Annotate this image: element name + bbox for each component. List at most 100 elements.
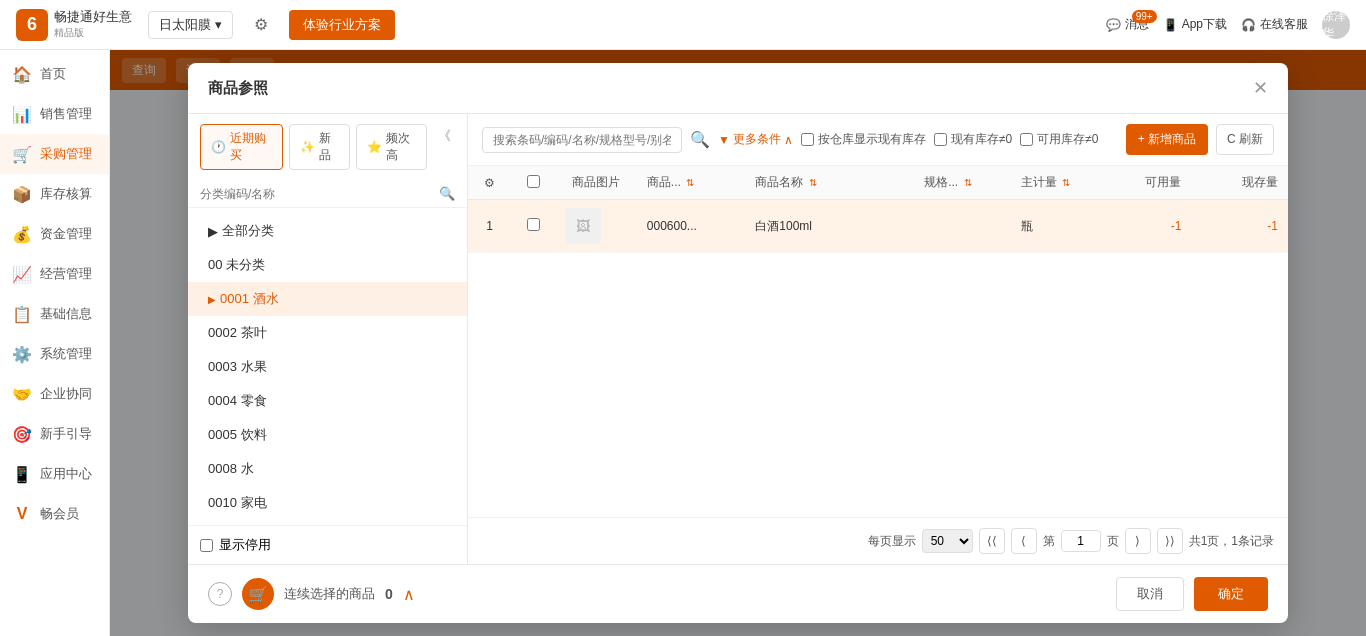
cancel-button[interactable]: 取消 [1116, 577, 1184, 611]
sidebar-item-guide[interactable]: 🎯 新手引导 [0, 414, 109, 454]
expand-icon: ▶ [208, 224, 218, 239]
help-button[interactable]: ? [208, 582, 232, 606]
sidebar-item-apps[interactable]: 📱 应用中心 [0, 454, 109, 494]
cat-item-5[interactable]: 0005 饮料 [188, 418, 467, 452]
show-disabled-checkbox[interactable] [200, 539, 213, 552]
sidebar-label-guide: 新手引导 [40, 425, 92, 443]
product-search-icon[interactable]: 🔍 [690, 130, 710, 149]
page-number-input[interactable] [1061, 530, 1101, 552]
cat-item-3[interactable]: 0003 水果 [188, 350, 467, 384]
product-name: 白酒100ml [755, 219, 812, 233]
sidebar-item-basic[interactable]: 📋 基础信息 [0, 294, 109, 334]
cb-avail[interactable] [1020, 133, 1033, 146]
cat-collapse-button[interactable]: 《 [433, 124, 455, 148]
action-buttons: + 新增商品 C 刷新 [1126, 124, 1274, 155]
sidebar-label-member: 畅会员 [40, 505, 79, 523]
home-icon: 🏠 [12, 64, 32, 84]
prev-page-button[interactable]: ⟨ [1011, 528, 1037, 554]
apps-icon: 📱 [12, 464, 32, 484]
cat-item-1[interactable]: ▶ 0001 酒水 [188, 282, 467, 316]
sidebar-item-collab[interactable]: 🤝 企业协同 [0, 374, 109, 414]
sales-icon: 📊 [12, 104, 32, 124]
collapse-button[interactable]: ∧ [403, 585, 415, 604]
trial-button[interactable]: 体验行业方案 [289, 10, 395, 40]
product-unit: 瓶 [1021, 219, 1033, 233]
first-page-button[interactable]: ⟨⟨ [979, 528, 1005, 554]
active-arrow-icon: ▶ [208, 294, 216, 305]
avatar[interactable]: 徐泽华 [1322, 11, 1350, 39]
sidebar-label-sales: 销售管理 [40, 105, 92, 123]
modal-close-button[interactable]: ✕ [1253, 77, 1268, 99]
cb-warehouse-label[interactable]: 按仓库显示现有库存 [801, 131, 926, 148]
product-image: 🖼 [565, 208, 601, 244]
cb-stock-label[interactable]: 现有库存≠0 [934, 131, 1012, 148]
refresh-button[interactable]: C 刷新 [1216, 124, 1274, 155]
dropdown-label: 日太阳膜 [159, 16, 211, 34]
cb-avail-label[interactable]: 可用库存≠0 [1020, 131, 1098, 148]
online-service-nav-item[interactable]: 🎧 在线客服 [1241, 16, 1308, 33]
sidebar-label-operations: 经营管理 [40, 265, 92, 283]
sidebar-item-sales[interactable]: 📊 销售管理 [0, 94, 109, 134]
td-stock: -1 [1191, 200, 1288, 253]
th-settings[interactable]: ⚙ [468, 166, 511, 200]
cat-search-icon[interactable]: 🔍 [439, 186, 455, 201]
gear-button[interactable]: ⚙ [245, 9, 277, 41]
th-checkbox [511, 166, 554, 200]
cat-search-input[interactable] [200, 187, 439, 201]
sidebar-label-basic: 基础信息 [40, 305, 92, 323]
cat-item-10[interactable]: 0010 家电 [188, 486, 467, 520]
sidebar-label-apps: 应用中心 [40, 465, 92, 483]
sidebar-item-home[interactable]: 🏠 首页 [0, 54, 109, 94]
th-spec[interactable]: 规格... ⇅ [914, 166, 1010, 200]
recent-buy-button[interactable]: 🕐 近期购买 [200, 124, 283, 170]
sidebar-item-system[interactable]: ⚙️ 系统管理 [0, 334, 109, 374]
sidebar-item-purchase[interactable]: 🛒 采购管理 [0, 134, 109, 174]
nav-dropdown[interactable]: 日太阳膜 ▾ [148, 11, 233, 39]
product-search-input[interactable] [482, 127, 682, 153]
cat-label-0: 00 未分类 [208, 256, 265, 274]
th-stock-label: 现存量 [1242, 175, 1278, 189]
th-name[interactable]: 商品名称 ⇅ [745, 166, 914, 200]
th-unit[interactable]: 主计量 ⇅ [1011, 166, 1095, 200]
left-sidebar: 🏠 首页 📊 销售管理 🛒 采购管理 📦 库存核算 💰 资金管理 📈 经营管理 … [0, 50, 110, 636]
th-avail-label: 可用量 [1145, 175, 1181, 189]
cat-item-8[interactable]: 0008 水 [188, 452, 467, 486]
sidebar-item-finance[interactable]: 💰 资金管理 [0, 214, 109, 254]
sort-icon-unit: ⇅ [1062, 177, 1070, 188]
cat-label-1: 0001 酒水 [220, 290, 279, 308]
confirm-button[interactable]: 确定 [1194, 577, 1268, 611]
th-code[interactable]: 商品... ⇅ [637, 166, 746, 200]
row-checkbox[interactable] [527, 218, 540, 231]
cb-stock[interactable] [934, 133, 947, 146]
cb-warehouse[interactable] [801, 133, 814, 146]
cat-item-all[interactable]: ▶ 全部分类 [188, 214, 467, 248]
cat-item-4[interactable]: 0004 零食 [188, 384, 467, 418]
product-table: ⚙ 商品图片 商品... [468, 166, 1288, 253]
last-page-button[interactable]: ⟩⟩ [1157, 528, 1183, 554]
sidebar-item-member[interactable]: V 畅会员 [0, 494, 109, 534]
per-page-label: 每页显示 [868, 533, 916, 550]
frequent-button[interactable]: ⭐ 频次高 [356, 124, 428, 170]
app-download-nav-item[interactable]: 📱 App下载 [1163, 16, 1227, 33]
messages-nav-item[interactable]: 💬 消息 99+ [1106, 16, 1149, 33]
td-checkbox[interactable] [511, 200, 554, 253]
th-stock: 现存量 [1191, 166, 1288, 200]
sidebar-item-operations[interactable]: 📈 经营管理 [0, 254, 109, 294]
sidebar-item-inventory[interactable]: 📦 库存核算 [0, 174, 109, 214]
new-icon: ✨ [300, 140, 315, 154]
table-row[interactable]: 1 🖼 [468, 200, 1288, 253]
cat-item-0[interactable]: 00 未分类 [188, 248, 467, 282]
cat-item-2[interactable]: 0002 茶叶 [188, 316, 467, 350]
add-product-button[interactable]: + 新增商品 [1126, 124, 1208, 155]
td-image: 🖼 [555, 200, 637, 253]
td-spec [914, 200, 1010, 253]
next-page-button[interactable]: ⟩ [1125, 528, 1151, 554]
per-page-select[interactable]: 50 100 [922, 529, 973, 553]
basic-icon: 📋 [12, 304, 32, 324]
more-filter-button[interactable]: ▼ 更多条件 ∧ [718, 131, 793, 148]
cart-button[interactable]: 🛒 [242, 578, 274, 610]
member-icon: V [12, 504, 32, 524]
select-all-checkbox[interactable] [527, 175, 540, 188]
new-item-button[interactable]: ✨ 新品 [289, 124, 350, 170]
layout: 🏠 首页 📊 销售管理 🛒 采购管理 📦 库存核算 💰 资金管理 📈 经营管理 … [0, 50, 1366, 636]
